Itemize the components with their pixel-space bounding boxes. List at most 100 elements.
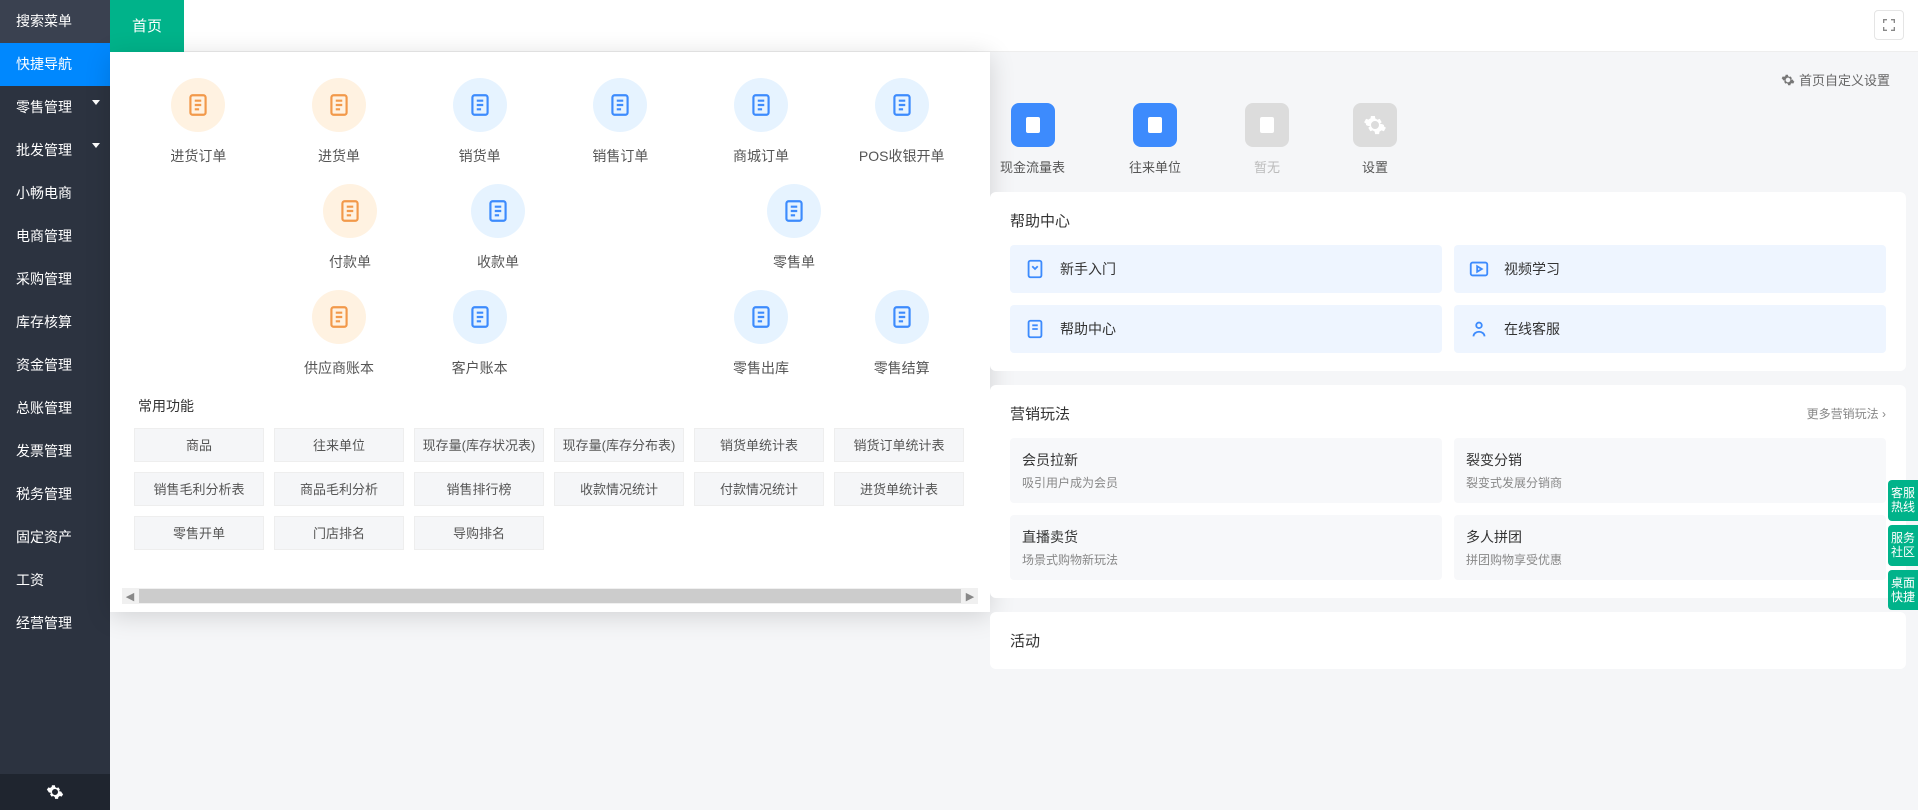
flow-商城订单[interactable]: 商城订单 — [691, 78, 832, 166]
common-functions-title: 常用功能 — [138, 396, 972, 416]
help-视频学习[interactable]: 视频学习 — [1454, 245, 1886, 293]
flow-零售单[interactable]: 零售单 — [720, 184, 868, 272]
sidebar-item-10[interactable]: 税务管理 — [0, 473, 110, 516]
sidebar-item-9[interactable]: 发票管理 — [0, 430, 110, 473]
flow-客户账本[interactable]: 客户账本 — [409, 290, 550, 378]
help-在线客服[interactable]: 在线客服 — [1454, 305, 1886, 353]
flow-销售订单[interactable]: 销售订单 — [550, 78, 691, 166]
doc-icon — [453, 78, 507, 132]
quick-现金流量表[interactable]: 现金流量表 — [1000, 103, 1065, 176]
sidebar-search[interactable]: 搜索菜单 — [0, 0, 110, 43]
mk-直播卖货[interactable]: 直播卖货场景式购物新玩法 — [1010, 515, 1442, 580]
flow-进货单[interactable]: 进货单 — [269, 78, 410, 166]
float-服务社区[interactable]: 服务社区 — [1888, 525, 1918, 566]
help-icon — [1468, 318, 1490, 340]
flow-销货单[interactable]: 销货单 — [409, 78, 550, 166]
float-桌面快捷[interactable]: 桌面快捷 — [1888, 570, 1918, 611]
fn-收款情况统计[interactable]: 收款情况统计 — [554, 472, 684, 506]
flow-付款单[interactable]: 付款单 — [276, 184, 424, 272]
mk-会员拉新[interactable]: 会员拉新吸引用户成为会员 — [1010, 438, 1442, 503]
customize-link[interactable]: 首页自定义设置 — [990, 70, 1890, 89]
doc-icon — [312, 290, 366, 344]
quick-icon — [1011, 103, 1055, 147]
quick-往来单位[interactable]: 往来单位 — [1129, 103, 1181, 176]
fn-商品毛利分析[interactable]: 商品毛利分析 — [274, 472, 404, 506]
doc-icon — [171, 78, 225, 132]
sidebar-item-8[interactable]: 总账管理 — [0, 387, 110, 430]
sidebar-item-11[interactable]: 固定资产 — [0, 516, 110, 559]
help-新手入门[interactable]: 新手入门 — [1010, 245, 1442, 293]
flow-零售出库[interactable]: 零售出库 — [691, 290, 832, 378]
fl-label: 进货订单 — [128, 146, 269, 166]
fl-label: 付款单 — [276, 252, 424, 272]
fn-现存量(库存分布表)[interactable]: 现存量(库存分布表) — [554, 428, 684, 462]
fn-付款情况统计[interactable]: 付款情况统计 — [694, 472, 824, 506]
flow-零售结算[interactable]: 零售结算 — [831, 290, 972, 378]
fn-销售排行榜[interactable]: 销售排行榜 — [414, 472, 544, 506]
scroll-track[interactable] — [139, 589, 961, 603]
scroll-right-icon[interactable]: ▶ — [962, 588, 978, 604]
sidebar-item-6[interactable]: 库存核算 — [0, 301, 110, 344]
sidebar-item-5[interactable]: 采购管理 — [0, 258, 110, 301]
fl-label: 销货单 — [409, 146, 550, 166]
quick-icon — [1133, 103, 1177, 147]
sidebar-item-13[interactable]: 经营管理 — [0, 602, 110, 645]
marketing-more[interactable]: 更多营销玩法 › — [1807, 405, 1886, 422]
doc-icon — [312, 78, 366, 132]
flow-供应商账本[interactable]: 供应商账本 — [269, 290, 410, 378]
fn-销货单统计表[interactable]: 销货单统计表 — [694, 428, 824, 462]
fn-进货单统计表[interactable]: 进货单统计表 — [834, 472, 964, 506]
sidebar-item-7[interactable]: 资金管理 — [0, 344, 110, 387]
fn-零售开单[interactable]: 零售开单 — [134, 516, 264, 550]
sidebar-settings[interactable] — [0, 774, 110, 810]
mk-title: 多人拼团 — [1466, 527, 1874, 547]
sidebar-item-4[interactable]: 电商管理 — [0, 215, 110, 258]
fn-销货订单统计表[interactable]: 销货订单统计表 — [834, 428, 964, 462]
activity-card: 活动 — [990, 612, 1906, 669]
flow-POS收银开单[interactable]: POS收银开单 — [831, 78, 972, 166]
fn-门店排名[interactable]: 门店排名 — [274, 516, 404, 550]
tab-home[interactable]: 首页 — [110, 0, 184, 52]
mk-多人拼团[interactable]: 多人拼团拼团购物享受优惠 — [1454, 515, 1886, 580]
mk-sub: 裂变式发展分销商 — [1466, 474, 1874, 491]
sidebar-item-12[interactable]: 工资 — [0, 559, 110, 602]
help-title: 帮助中心 — [1010, 210, 1886, 231]
sidebar-item-0[interactable]: 快捷导航 — [0, 43, 110, 86]
help-card: 帮助中心 新手入门视频学习帮助中心在线客服 — [990, 192, 1906, 371]
mk-title: 会员拉新 — [1022, 450, 1430, 470]
flow-收款单[interactable]: 收款单 — [424, 184, 572, 272]
quick-label: 往来单位 — [1129, 157, 1181, 176]
mk-sub: 吸引用户成为会员 — [1022, 474, 1430, 491]
doc-icon — [734, 78, 788, 132]
sidebar-item-1[interactable]: 零售管理 — [0, 86, 110, 129]
mk-title: 裂变分销 — [1466, 450, 1874, 470]
fullscreen-button[interactable] — [1874, 10, 1904, 40]
quick-icon — [1353, 103, 1397, 147]
fl-label: 零售单 — [720, 252, 868, 272]
help-帮助中心[interactable]: 帮助中心 — [1010, 305, 1442, 353]
mk-裂变分销[interactable]: 裂变分销裂变式发展分销商 — [1454, 438, 1886, 503]
flyout-scrollbar[interactable]: ◀ ▶ — [122, 588, 978, 604]
quick-label: 暂无 — [1245, 157, 1289, 176]
fn-导购排名[interactable]: 导购排名 — [414, 516, 544, 550]
fn-往来单位[interactable]: 往来单位 — [274, 428, 404, 462]
fl-label: 收款单 — [424, 252, 572, 272]
fn-商品[interactable]: 商品 — [134, 428, 264, 462]
help-icon — [1468, 258, 1490, 280]
fl-label: 进货单 — [269, 146, 410, 166]
float-tags: 客服热线服务社区桌面快捷 — [1888, 480, 1918, 614]
flow-进货订单[interactable]: 进货订单 — [128, 78, 269, 166]
fn-销售毛利分析表[interactable]: 销售毛利分析表 — [134, 472, 264, 506]
quick-暂无[interactable]: 暂无 — [1245, 103, 1289, 176]
quick-设置[interactable]: 设置 — [1353, 103, 1397, 176]
fl-label: 销售订单 — [550, 146, 691, 166]
scroll-left-icon[interactable]: ◀ — [122, 588, 138, 604]
float-客服热线[interactable]: 客服热线 — [1888, 480, 1918, 521]
sidebar-item-2[interactable]: 批发管理 — [0, 129, 110, 172]
doc-icon — [767, 184, 821, 238]
doc-icon — [593, 78, 647, 132]
mk-sub: 场景式购物新玩法 — [1022, 551, 1430, 568]
doc-icon — [471, 184, 525, 238]
sidebar-item-3[interactable]: 小畅电商 — [0, 172, 110, 215]
fn-现存量(库存状况表)[interactable]: 现存量(库存状况表) — [414, 428, 544, 462]
